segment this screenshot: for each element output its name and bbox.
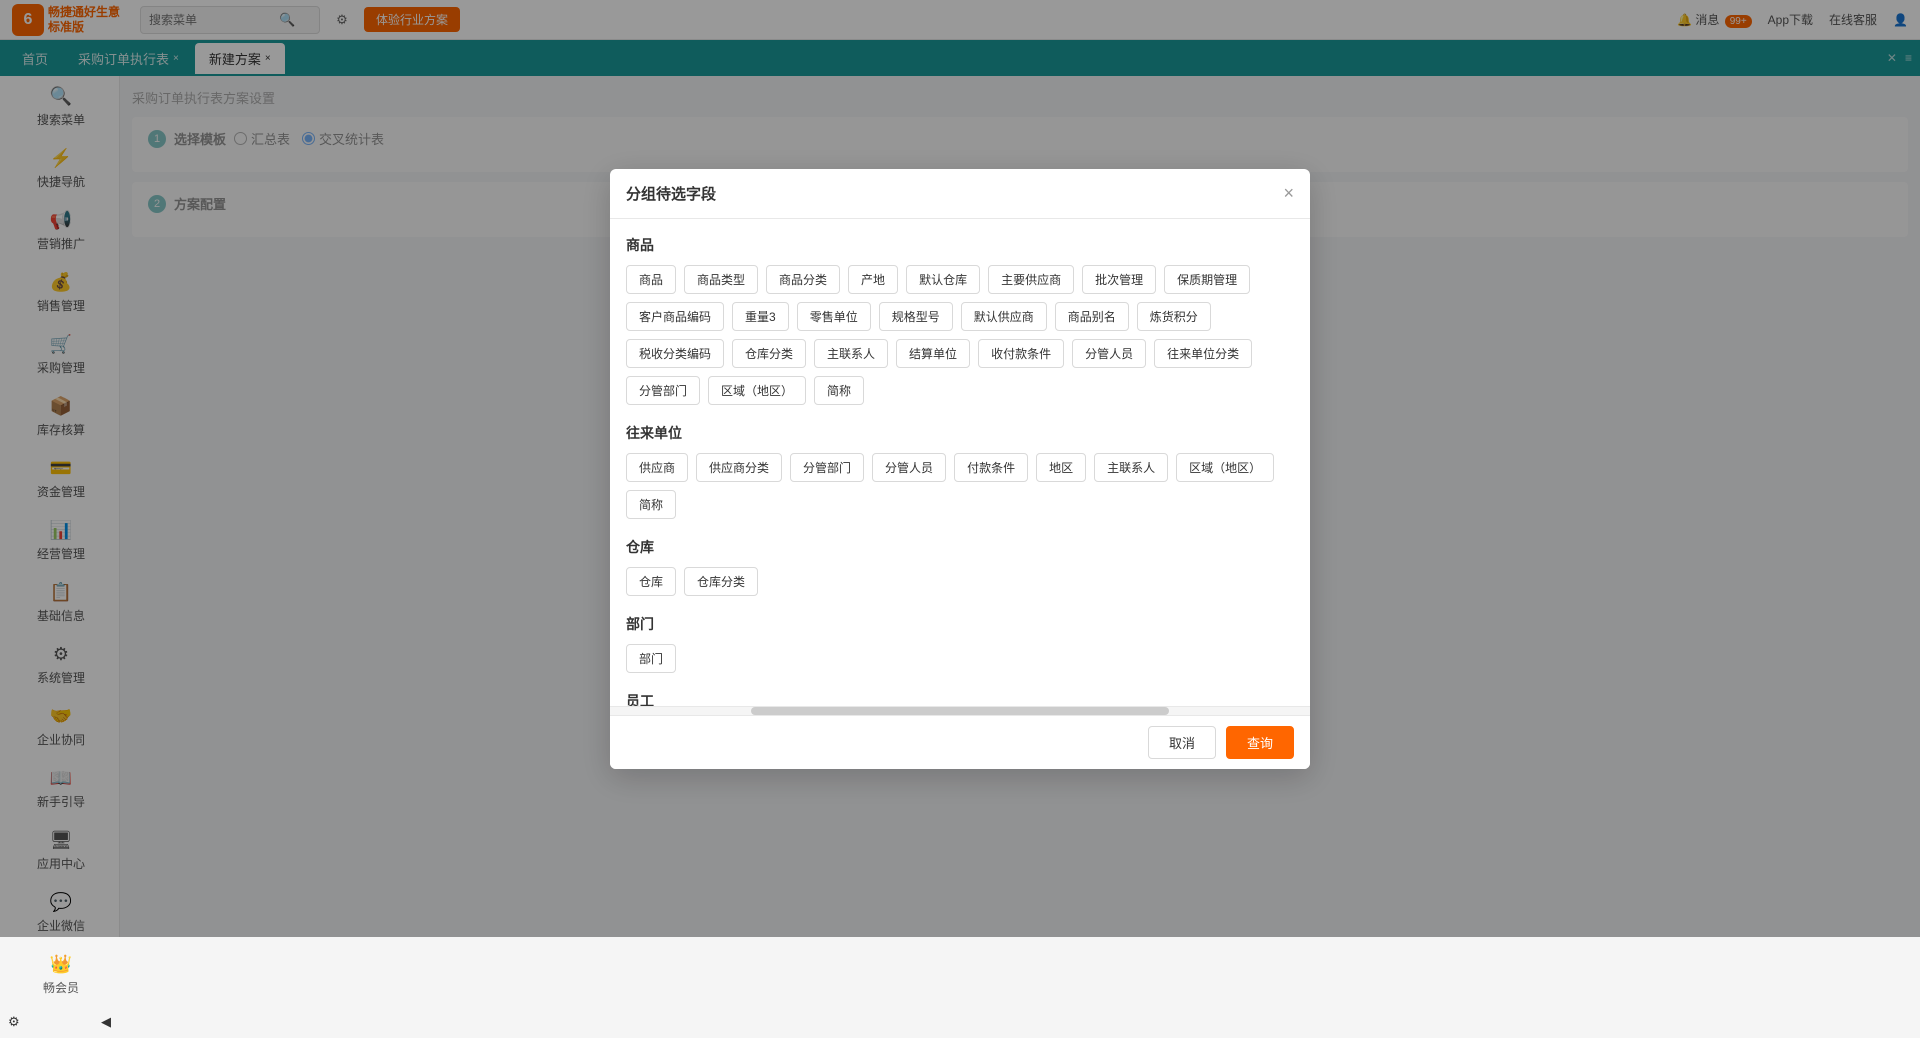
- field-item[interactable]: 规格型号: [879, 302, 953, 331]
- category-employee: 员工 业务员: [626, 691, 1294, 706]
- modal-title: 分组待选字段: [626, 183, 716, 204]
- field-item[interactable]: 分管人员: [872, 453, 946, 482]
- modal: 分组待选字段 × 商品 商品 商品类型 商品分类 产地 默认仓库 主要供应商 批…: [610, 169, 1310, 769]
- confirm-button[interactable]: 查询: [1226, 726, 1294, 759]
- field-item[interactable]: 主联系人: [1094, 453, 1168, 482]
- field-item[interactable]: 炼货积分: [1137, 302, 1211, 331]
- modal-horizontal-scrollbar[interactable]: [610, 706, 1310, 715]
- field-item[interactable]: 分管部门: [790, 453, 864, 482]
- field-item[interactable]: 客户商品编码: [626, 302, 724, 331]
- modal-overlay: 分组待选字段 × 商品 商品 商品类型 商品分类 产地 默认仓库 主要供应商 批…: [0, 0, 1920, 937]
- field-item[interactable]: 商品分类: [766, 265, 840, 294]
- category-department: 部门 部门: [626, 614, 1294, 673]
- field-item[interactable]: 区域（地区）: [708, 376, 806, 405]
- category-warehouse: 仓库 仓库 仓库分类: [626, 537, 1294, 596]
- category-goods-title: 商品: [626, 235, 1294, 255]
- category-employee-title: 员工: [626, 691, 1294, 706]
- modal-close-button[interactable]: ×: [1283, 184, 1294, 202]
- field-item[interactable]: 地区: [1036, 453, 1086, 482]
- modal-body: 商品 商品 商品类型 商品分类 产地 默认仓库 主要供应商 批次管理 保质期管理…: [610, 219, 1310, 706]
- category-department-title: 部门: [626, 614, 1294, 634]
- field-item[interactable]: 分管人员: [1072, 339, 1146, 368]
- sidebar-item-membership[interactable]: 👑 畅会员: [0, 944, 119, 1006]
- sidebar-collapse-icon[interactable]: ◀: [101, 1014, 111, 1030]
- field-item[interactable]: 付款条件: [954, 453, 1028, 482]
- goods-field-items: 商品 商品类型 商品分类 产地 默认仓库 主要供应商 批次管理 保质期管理 客户…: [626, 265, 1294, 405]
- field-item[interactable]: 默认供应商: [961, 302, 1047, 331]
- field-item[interactable]: 主联系人: [814, 339, 888, 368]
- category-goods: 商品 商品 商品类型 商品分类 产地 默认仓库 主要供应商 批次管理 保质期管理…: [626, 235, 1294, 405]
- field-item[interactable]: 仓库分类: [684, 567, 758, 596]
- field-item[interactable]: 税收分类编码: [626, 339, 724, 368]
- field-item[interactable]: 产地: [848, 265, 898, 294]
- field-item[interactable]: 供应商分类: [696, 453, 782, 482]
- field-item[interactable]: 区域（地区）: [1176, 453, 1274, 482]
- category-warehouse-title: 仓库: [626, 537, 1294, 557]
- field-item[interactable]: 分管部门: [626, 376, 700, 405]
- warehouse-field-items: 仓库 仓库分类: [626, 567, 1294, 596]
- modal-header: 分组待选字段 ×: [610, 169, 1310, 219]
- field-item[interactable]: 主要供应商: [988, 265, 1074, 294]
- hscroll-thumb[interactable]: [751, 707, 1169, 715]
- membership-icon: 👑: [50, 954, 72, 975]
- field-item[interactable]: 简称: [626, 490, 676, 519]
- field-item[interactable]: 仓库分类: [732, 339, 806, 368]
- category-partner: 往来单位 供应商 供应商分类 分管部门 分管人员 付款条件 地区 主联系人 区域…: [626, 423, 1294, 519]
- cancel-button[interactable]: 取消: [1148, 726, 1216, 759]
- department-field-items: 部门: [626, 644, 1294, 673]
- field-item[interactable]: 重量3: [732, 302, 789, 331]
- field-item[interactable]: 零售单位: [797, 302, 871, 331]
- field-item[interactable]: 结算单位: [896, 339, 970, 368]
- sidebar-bottom: ⚙ ◀: [0, 1006, 119, 1038]
- field-item[interactable]: 默认仓库: [906, 265, 980, 294]
- field-item[interactable]: 供应商: [626, 453, 688, 482]
- sidebar-item-label: 畅会员: [43, 979, 79, 996]
- partner-field-items: 供应商 供应商分类 分管部门 分管人员 付款条件 地区 主联系人 区域（地区） …: [626, 453, 1294, 519]
- field-item[interactable]: 简称: [814, 376, 864, 405]
- field-item[interactable]: 商品别名: [1055, 302, 1129, 331]
- field-item[interactable]: 往来单位分类: [1154, 339, 1252, 368]
- field-item[interactable]: 保质期管理: [1164, 265, 1250, 294]
- field-item[interactable]: 商品类型: [684, 265, 758, 294]
- field-item[interactable]: 批次管理: [1082, 265, 1156, 294]
- field-item[interactable]: 仓库: [626, 567, 676, 596]
- sidebar-settings-icon[interactable]: ⚙: [8, 1014, 20, 1030]
- category-partner-title: 往来单位: [626, 423, 1294, 443]
- field-item[interactable]: 收付款条件: [978, 339, 1064, 368]
- field-item[interactable]: 部门: [626, 644, 676, 673]
- modal-footer: 取消 查询: [610, 715, 1310, 769]
- field-item[interactable]: 商品: [626, 265, 676, 294]
